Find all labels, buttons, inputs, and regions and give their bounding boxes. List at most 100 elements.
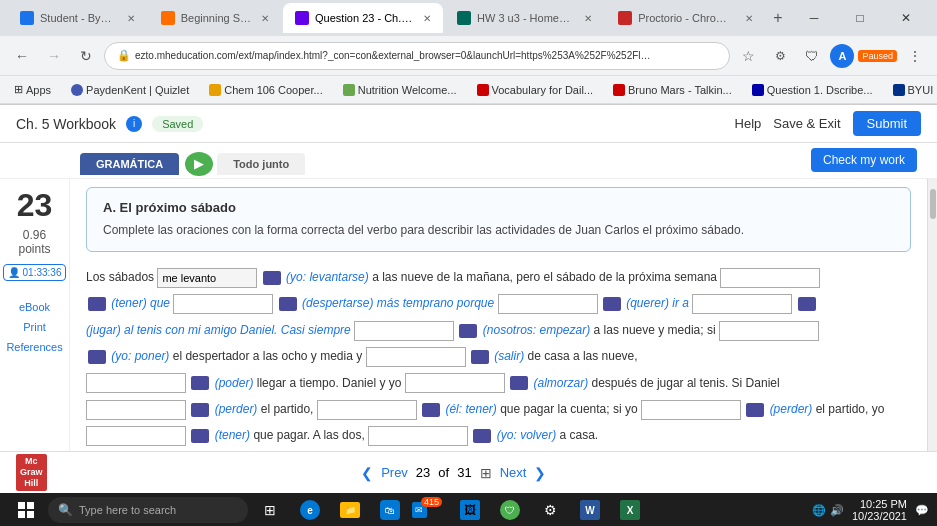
audio-btn-11[interactable] [191, 403, 209, 417]
menu-icon[interactable]: ⋮ [901, 42, 929, 70]
audio-btn-2[interactable] [88, 297, 106, 311]
info-icon[interactable]: i [126, 116, 142, 132]
input-15[interactable] [368, 426, 468, 446]
ebook-link[interactable]: eBook [19, 301, 50, 313]
input-12[interactable] [317, 400, 417, 420]
input-2[interactable] [720, 268, 820, 288]
scroll-thumb[interactable] [930, 189, 936, 219]
prev-button[interactable]: Prev [381, 465, 408, 480]
left-sidebar: 23 0.96 points 👤 01:33:36 eBook Print Re… [0, 179, 70, 451]
next-button[interactable]: Next [500, 465, 527, 480]
tab-2-close[interactable]: ✕ [261, 13, 269, 24]
tab-gramatica[interactable]: GRAMÁTICA [80, 153, 179, 175]
tab-bar: Student - Byu.MyByui ✕ Beginning Spanish… [0, 0, 937, 36]
audio-btn-1[interactable] [263, 271, 281, 285]
close-button[interactable]: ✕ [883, 0, 929, 36]
tab-4-close[interactable]: ✕ [584, 13, 592, 24]
check-my-work-button[interactable]: Check my work [811, 148, 917, 172]
taskbar-mail-icon[interactable]: ✉ 415 [412, 493, 448, 526]
audio-btn-9[interactable] [191, 376, 209, 390]
forward-button[interactable]: → [40, 42, 68, 70]
print-link[interactable]: Print [23, 321, 46, 333]
bookmark-byui[interactable]: BYUI BIO181 Unit 1... [887, 82, 937, 98]
notification-icon[interactable]: 💬 [915, 504, 929, 517]
taskbar-file-explorer-icon[interactable]: 📁 [332, 493, 368, 526]
taskbar-clock[interactable]: 10:25 PM 10/23/2021 [852, 498, 907, 522]
back-button[interactable]: ← [8, 42, 36, 70]
shield-icon[interactable]: 🛡 [798, 42, 826, 70]
quizlet-icon [71, 84, 83, 96]
input-9[interactable] [86, 373, 186, 393]
input-1[interactable] [157, 268, 257, 288]
bookmark-chem[interactable]: Chem 106 Cooper... [203, 82, 328, 98]
tab-3-close[interactable]: ✕ [423, 13, 431, 24]
tab-1-close[interactable]: ✕ [127, 13, 135, 24]
input-11[interactable] [86, 400, 186, 420]
bookmark-apps[interactable]: ⊞ Apps [8, 81, 57, 98]
audio-btn-13[interactable] [746, 403, 764, 417]
input-5[interactable] [692, 294, 792, 314]
input-7[interactable] [719, 321, 819, 341]
taskbar-excel-icon[interactable]: X [612, 493, 648, 526]
vocab-icon [477, 84, 489, 96]
bookmark-icon[interactable]: ☆ [734, 42, 762, 70]
tab-todo[interactable]: Todo junto [217, 153, 305, 175]
windows-start-button[interactable] [8, 493, 44, 526]
audio-btn-12[interactable] [422, 403, 440, 417]
save-exit-button[interactable]: Save & Exit [773, 116, 840, 131]
tab-3[interactable]: Question 23 - Ch. 5 Work... ✕ [283, 3, 443, 33]
references-link[interactable]: References [6, 341, 62, 353]
system-tray[interactable]: 🌐 🔊 [812, 504, 844, 517]
taskbar-security-icon[interactable]: 🛡 [492, 493, 528, 526]
extensions-icon[interactable]: ⚙ [766, 42, 794, 70]
audio-btn-7[interactable] [88, 350, 106, 364]
tab-5-close[interactable]: ✕ [745, 13, 753, 24]
input-13[interactable] [641, 400, 741, 420]
reload-button[interactable]: ↻ [72, 42, 100, 70]
tab-2[interactable]: Beginning Spanish I ✕ [149, 3, 281, 33]
input-14[interactable] [86, 426, 186, 446]
audio-btn-4[interactable] [603, 297, 621, 311]
tab-4[interactable]: HW 3 u3 - Homework Cri... ✕ [445, 3, 604, 33]
taskbar-photos-icon[interactable]: 🖼 [452, 493, 488, 526]
audio-icon[interactable]: ▶ [185, 152, 213, 176]
bookmark-question[interactable]: Question 1. Dscribe... [746, 82, 879, 98]
submit-button[interactable]: Submit [853, 111, 921, 136]
input-6[interactable] [354, 321, 454, 341]
taskbar-edge-icon[interactable]: e [292, 493, 328, 526]
bookmark-bruno[interactable]: Bruno Mars - Talkin... [607, 82, 738, 98]
taskbar-store-icon[interactable]: 🛍 [372, 493, 408, 526]
tab-1[interactable]: Student - Byu.MyByui ✕ [8, 3, 147, 33]
taskbar-word-icon[interactable]: W [572, 493, 608, 526]
maximize-button[interactable]: □ [837, 0, 883, 36]
bookmark-vocab[interactable]: Vocabulary for Dail... [471, 82, 600, 98]
new-tab-button[interactable]: + [767, 4, 789, 32]
paused-badge[interactable]: Paused [858, 50, 897, 62]
audio-btn-10[interactable] [510, 376, 528, 390]
help-button[interactable]: Help [735, 116, 762, 131]
input-4[interactable] [498, 294, 598, 314]
audio-btn-15[interactable] [473, 429, 491, 443]
audio-btn-3[interactable] [279, 297, 297, 311]
exercise-box: A. El próximo sábado Complete las oracio… [86, 187, 911, 252]
bookmark-nutrition[interactable]: Nutrition Welcome... [337, 82, 463, 98]
next-arrow[interactable]: ❯ [534, 465, 546, 481]
taskbar-settings-icon[interactable]: ⚙ [532, 493, 568, 526]
audio-btn-8[interactable] [471, 350, 489, 364]
minimize-button[interactable]: ─ [791, 0, 837, 36]
page-grid-icon[interactable]: ⊞ [480, 465, 492, 481]
tab-5[interactable]: Proctorio - Chrome Web ... ✕ [606, 3, 765, 33]
input-8[interactable] [366, 347, 466, 367]
audio-btn-14[interactable] [191, 429, 209, 443]
address-bar[interactable]: 🔒 ezto.mheducation.com/ext/map/index.htm… [104, 42, 730, 70]
input-3[interactable] [173, 294, 273, 314]
prev-arrow[interactable]: ❮ [361, 465, 373, 481]
scroll-track[interactable] [927, 179, 937, 451]
audio-btn-6[interactable] [459, 324, 477, 338]
bookmark-quizlet[interactable]: PaydenKent | Quizlet [65, 82, 195, 98]
input-10[interactable] [405, 373, 505, 393]
task-view-button[interactable]: ⊞ [252, 493, 288, 526]
profile-button[interactable]: A [830, 44, 854, 68]
audio-btn-5[interactable] [798, 297, 816, 311]
taskbar-search[interactable]: 🔍 Type here to search [48, 497, 248, 523]
